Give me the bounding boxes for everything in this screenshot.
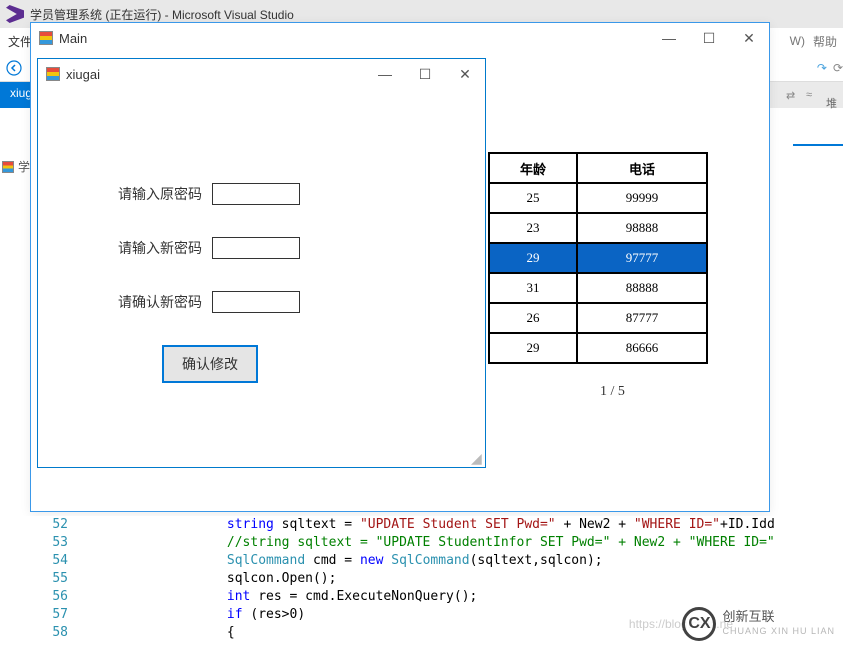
cell-phone[interactable]: 98888	[577, 213, 707, 243]
col-phone[interactable]: 电话	[577, 153, 707, 183]
vs-title: 学员管理系统 (正在运行) - Microsoft Visual Studio	[30, 6, 294, 23]
sidebar-form-icon[interactable]	[0, 158, 16, 176]
menu-file[interactable]: 文件	[8, 33, 32, 50]
resize-grip-icon[interactable]: ◢	[471, 453, 483, 465]
pager: 1 / 5	[600, 384, 625, 400]
form-icon	[46, 67, 60, 81]
table-row[interactable]: 2599999	[489, 183, 707, 213]
xiugai-title: xiugai	[66, 67, 100, 82]
table-row[interactable]: 3188888	[489, 273, 707, 303]
confirm-password-label: 请确认新密码	[118, 292, 202, 312]
maximize-button[interactable]: ☐	[689, 23, 729, 53]
new-password-label: 请输入新密码	[118, 238, 202, 258]
watermark-name: 创新互联	[722, 609, 774, 624]
table-header-row: 年龄 电话	[489, 153, 707, 183]
sidebar-label-truncated: 学	[18, 158, 30, 175]
xiugai-titlebar[interactable]: xiugai — ☐ ✕	[38, 59, 485, 89]
main-window-title: Main	[59, 31, 87, 46]
table-row[interactable]: 2986666	[489, 333, 707, 363]
cell-phone[interactable]: 88888	[577, 273, 707, 303]
student-table[interactable]: 年龄 电话 2599999239888829977773188888268777…	[488, 152, 708, 364]
cell-age[interactable]: 23	[489, 213, 577, 243]
back-icon[interactable]	[6, 60, 22, 76]
cell-age[interactable]: 25	[489, 183, 577, 213]
close-button[interactable]: ✕	[445, 59, 485, 89]
menu-window-hint[interactable]: W)	[790, 34, 805, 48]
close-button[interactable]: ✕	[729, 23, 769, 53]
old-password-label: 请输入原密码	[118, 184, 202, 204]
watermark: CX 创新互联 CHUANG XIN HU LIAN	[682, 607, 835, 641]
toolbar-right-label: 堆	[826, 95, 837, 111]
main-window-titlebar[interactable]: Main — ☐ ✕	[31, 23, 769, 53]
form-icon	[39, 31, 53, 45]
step-over-icon[interactable]: ↷	[817, 61, 827, 75]
watermark-logo-icon: CX	[682, 607, 716, 641]
cell-age[interactable]: 26	[489, 303, 577, 333]
col-age[interactable]: 年龄	[489, 153, 577, 183]
xiugai-window: xiugai — ☐ ✕ 请输入原密码 请输入新密码 请确认新密码 确认修改 ◢	[37, 58, 486, 468]
confirm-change-button[interactable]: 确认修改	[162, 345, 258, 383]
cell-age[interactable]: 29	[489, 243, 577, 273]
table-row[interactable]: 2687777	[489, 303, 707, 333]
refresh-icon[interactable]: ⟳	[833, 61, 843, 75]
table-row[interactable]: 2398888	[489, 213, 707, 243]
line-gutter: 52535455565758	[0, 516, 86, 642]
vs-logo-icon	[6, 5, 24, 23]
table-row[interactable]: 2997777	[489, 243, 707, 273]
cell-phone[interactable]: 99999	[577, 183, 707, 213]
cell-age[interactable]: 31	[489, 273, 577, 303]
toolbar-glyph-icon[interactable]: ⇄	[786, 89, 795, 102]
menu-help[interactable]: 帮助	[813, 33, 837, 50]
cell-phone[interactable]: 86666	[577, 333, 707, 363]
minimize-button[interactable]: —	[649, 23, 689, 53]
watermark-sub: CHUANG XIN HU LIAN	[722, 624, 835, 638]
new-password-input[interactable]	[212, 237, 300, 259]
cell-phone[interactable]: 97777	[577, 243, 707, 273]
toolbar-wave-icon[interactable]: ≈	[806, 89, 812, 101]
minimize-button[interactable]: —	[365, 59, 405, 89]
confirm-password-input[interactable]	[212, 291, 300, 313]
cell-phone[interactable]: 87777	[577, 303, 707, 333]
maximize-button[interactable]: ☐	[405, 59, 445, 89]
selection-indicator	[793, 144, 843, 146]
cell-age[interactable]: 29	[489, 333, 577, 363]
old-password-input[interactable]	[212, 183, 300, 205]
